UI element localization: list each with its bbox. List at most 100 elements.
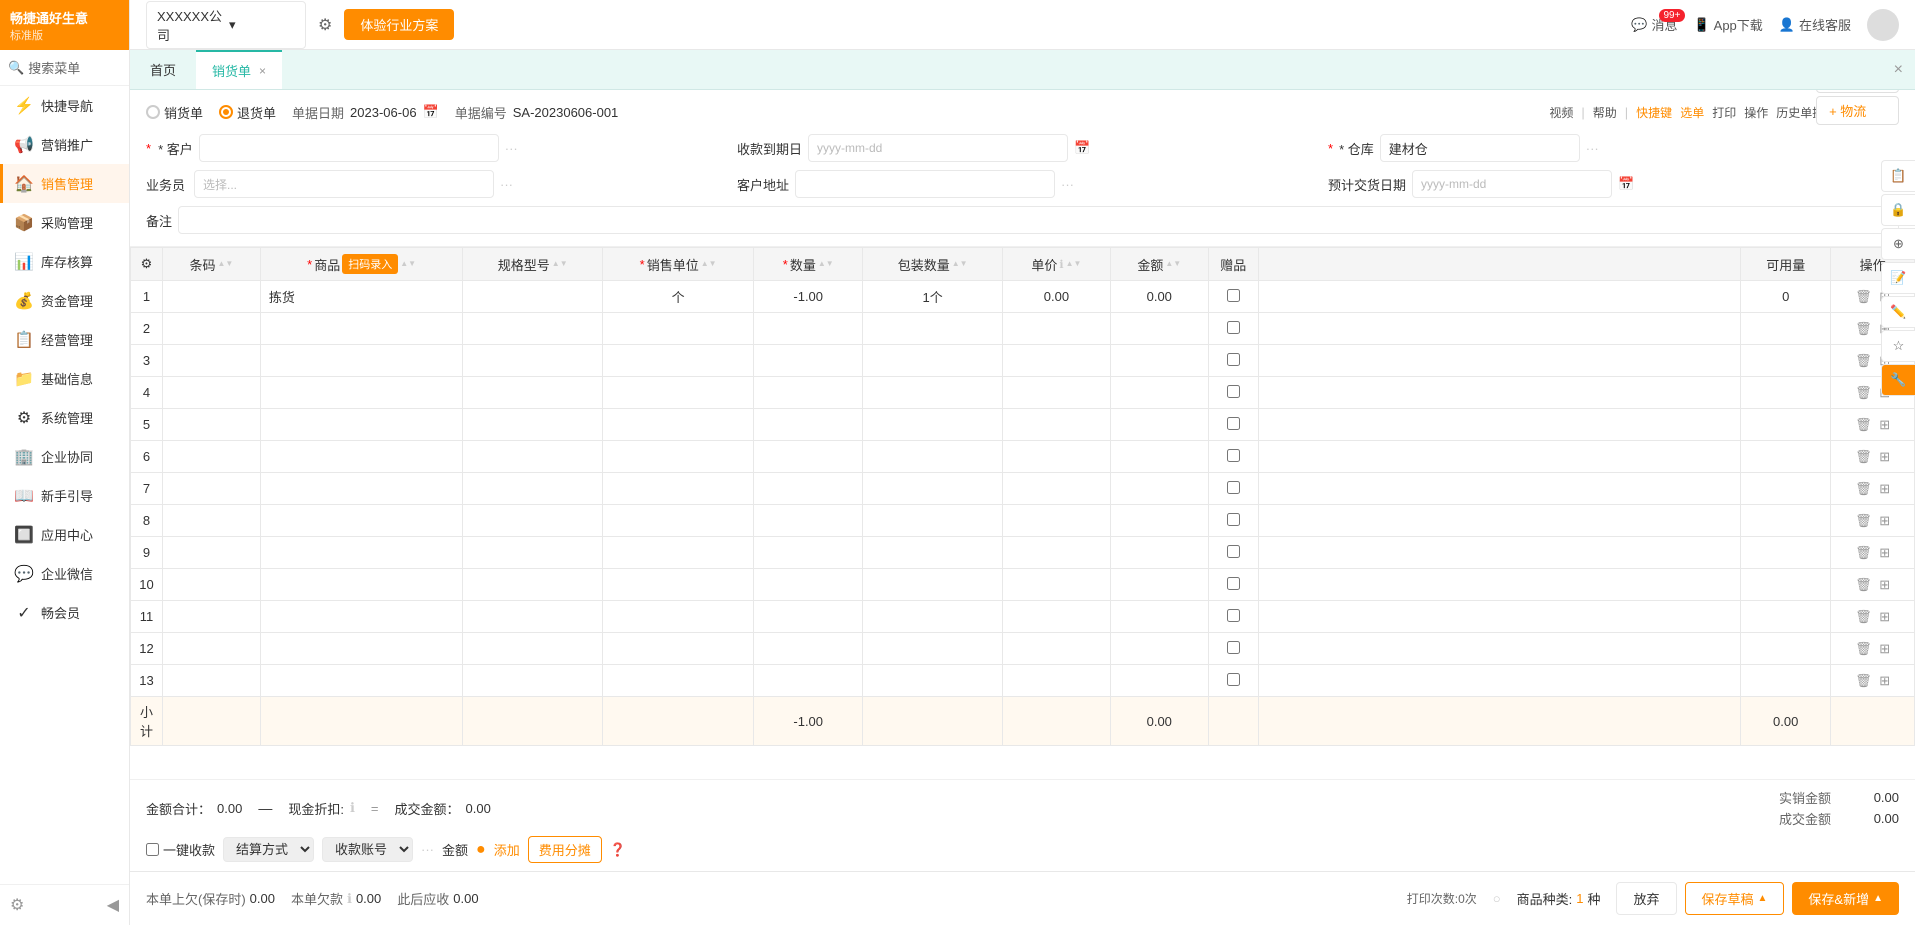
shortcut-btn[interactable]: 快捷键 [1636,104,1672,121]
copy-icon-12[interactable]: ⊞ [1879,673,1890,688]
row-qty-8[interactable] [754,537,863,569]
row-spec-11[interactable] [463,633,603,665]
row-unit-2[interactable] [603,345,754,377]
sidebar-item-4[interactable]: 📊库存核算 [0,242,129,281]
gift-checkbox-12[interactable] [1227,673,1240,686]
delete-icon-8[interactable]: 🗑 [1855,545,1872,560]
row-qty-2[interactable] [754,345,863,377]
row-qty-10[interactable] [754,601,863,633]
salesperson-input[interactable]: 选择... [194,170,494,198]
expense-btn[interactable]: 费用分摊 [528,836,602,863]
row-spec-12[interactable] [463,665,603,697]
scan-btn[interactable]: 扫码录入 [342,254,398,274]
app-download-action[interactable]: 📱 App下载 [1693,15,1762,34]
row-unit-4[interactable] [603,409,754,441]
row-barcode-3[interactable] [163,377,261,409]
row-product-0[interactable]: 拣货 [260,281,463,313]
radio-return[interactable]: 退货单 [219,103,276,122]
row-unit-10[interactable] [603,601,754,633]
copy-icon-8[interactable]: ⊞ [1879,545,1890,560]
avatar[interactable] [1867,9,1899,41]
rp-btn-2[interactable]: 🔒 [1881,194,1915,226]
header-gear-icon[interactable]: ⚙ [318,15,332,35]
video-btn[interactable]: 视频 [1549,104,1573,121]
row-pkg-qty-0[interactable]: 1个 [863,281,1003,313]
radio-sale[interactable]: 销货单 [146,103,203,122]
row-unit-price-5[interactable] [1003,441,1111,473]
row-unit-price-3[interactable] [1003,377,1111,409]
save-draft-btn[interactable]: 保存草稿 ▲ [1685,882,1785,915]
row-amount-2[interactable] [1110,345,1208,377]
row-barcode-6[interactable] [163,473,261,505]
row-unit-8[interactable] [603,537,754,569]
th-gear[interactable]: ⚙ [131,248,163,281]
sidebar-item-3[interactable]: 📦采购管理 [0,203,129,242]
row-product-5[interactable] [260,441,463,473]
row-pkg-qty-10[interactable] [863,601,1003,633]
copy-icon-7[interactable]: ⊞ [1879,513,1890,528]
row-unit-price-2[interactable] [1003,345,1111,377]
row-gift-10[interactable] [1208,601,1258,633]
row-gift-0[interactable] [1208,281,1258,313]
row-product-7[interactable] [260,505,463,537]
collapse-icon[interactable]: ◀ [107,895,119,915]
row-unit-price-10[interactable] [1003,601,1111,633]
row-product-6[interactable] [260,473,463,505]
row-qty-5[interactable] [754,441,863,473]
row-amount-4[interactable] [1110,409,1208,441]
row-unit-9[interactable] [603,569,754,601]
delivery-calendar-icon[interactable]: 📅 [1618,176,1634,192]
row-amount-8[interactable] [1110,537,1208,569]
receive-date-input[interactable]: yyyy-mm-dd [808,134,1068,162]
row-spec-4[interactable] [463,409,603,441]
delete-icon-3[interactable]: 🗑 [1855,385,1872,400]
rp-btn-6[interactable]: ☆ [1881,330,1915,362]
row-amount-9[interactable] [1110,569,1208,601]
row-pkg-qty-4[interactable] [863,409,1003,441]
row-amount-12[interactable] [1110,665,1208,697]
one-click-pay-input[interactable] [146,843,159,856]
gift-checkbox-5[interactable] [1227,449,1240,462]
gift-checkbox-9[interactable] [1227,577,1240,590]
row-spec-10[interactable] [463,601,603,633]
row-barcode-8[interactable] [163,537,261,569]
row-spec-2[interactable] [463,345,603,377]
customer-address-input[interactable] [795,170,1055,198]
row-unit-price-9[interactable] [1003,569,1111,601]
row-product-2[interactable] [260,345,463,377]
rp-btn-5[interactable]: ✏️ [1881,296,1915,328]
row-qty-12[interactable] [754,665,863,697]
row-pkg-qty-1[interactable] [863,313,1003,345]
row-qty-9[interactable] [754,569,863,601]
row-pkg-qty-8[interactable] [863,537,1003,569]
delete-icon-11[interactable]: 🗑 [1855,641,1872,656]
row-qty-0[interactable]: -1.00 [754,281,863,313]
row-product-12[interactable] [260,665,463,697]
sidebar-item-8[interactable]: ⚙系统管理 [0,398,129,437]
rp-btn-4[interactable]: 📝 [1881,262,1915,294]
row-pkg-qty-5[interactable] [863,441,1003,473]
rp-btn-1[interactable]: 📋 [1881,160,1915,192]
delete-icon-4[interactable]: 🗑 [1855,417,1872,432]
gift-checkbox-11[interactable] [1227,641,1240,654]
row-unit-price-12[interactable] [1003,665,1111,697]
row-unit-3[interactable] [603,377,754,409]
row-product-1[interactable] [260,313,463,345]
row-pkg-qty-12[interactable] [863,665,1003,697]
account-select[interactable]: 收款账号 [322,837,413,862]
logistics-btn[interactable]: + 物流 [1816,96,1899,125]
row-barcode-9[interactable] [163,569,261,601]
sidebar-item-6[interactable]: 📋经营管理 [0,320,129,359]
tab-sale-order[interactable]: 销货单 × [196,50,282,89]
row-barcode-11[interactable] [163,633,261,665]
row-gift-9[interactable] [1208,569,1258,601]
row-unit-1[interactable] [603,313,754,345]
arrears-info-icon[interactable]: ℹ [347,891,352,907]
row-pkg-qty-2[interactable] [863,345,1003,377]
notes-input[interactable] [178,206,1899,234]
address-dots-icon[interactable]: ··· [1061,177,1074,192]
trial-btn[interactable]: 体验行业方案 [344,9,454,40]
row-product-3[interactable] [260,377,463,409]
row-amount-0[interactable]: 0.00 [1110,281,1208,313]
row-unit-price-7[interactable] [1003,505,1111,537]
